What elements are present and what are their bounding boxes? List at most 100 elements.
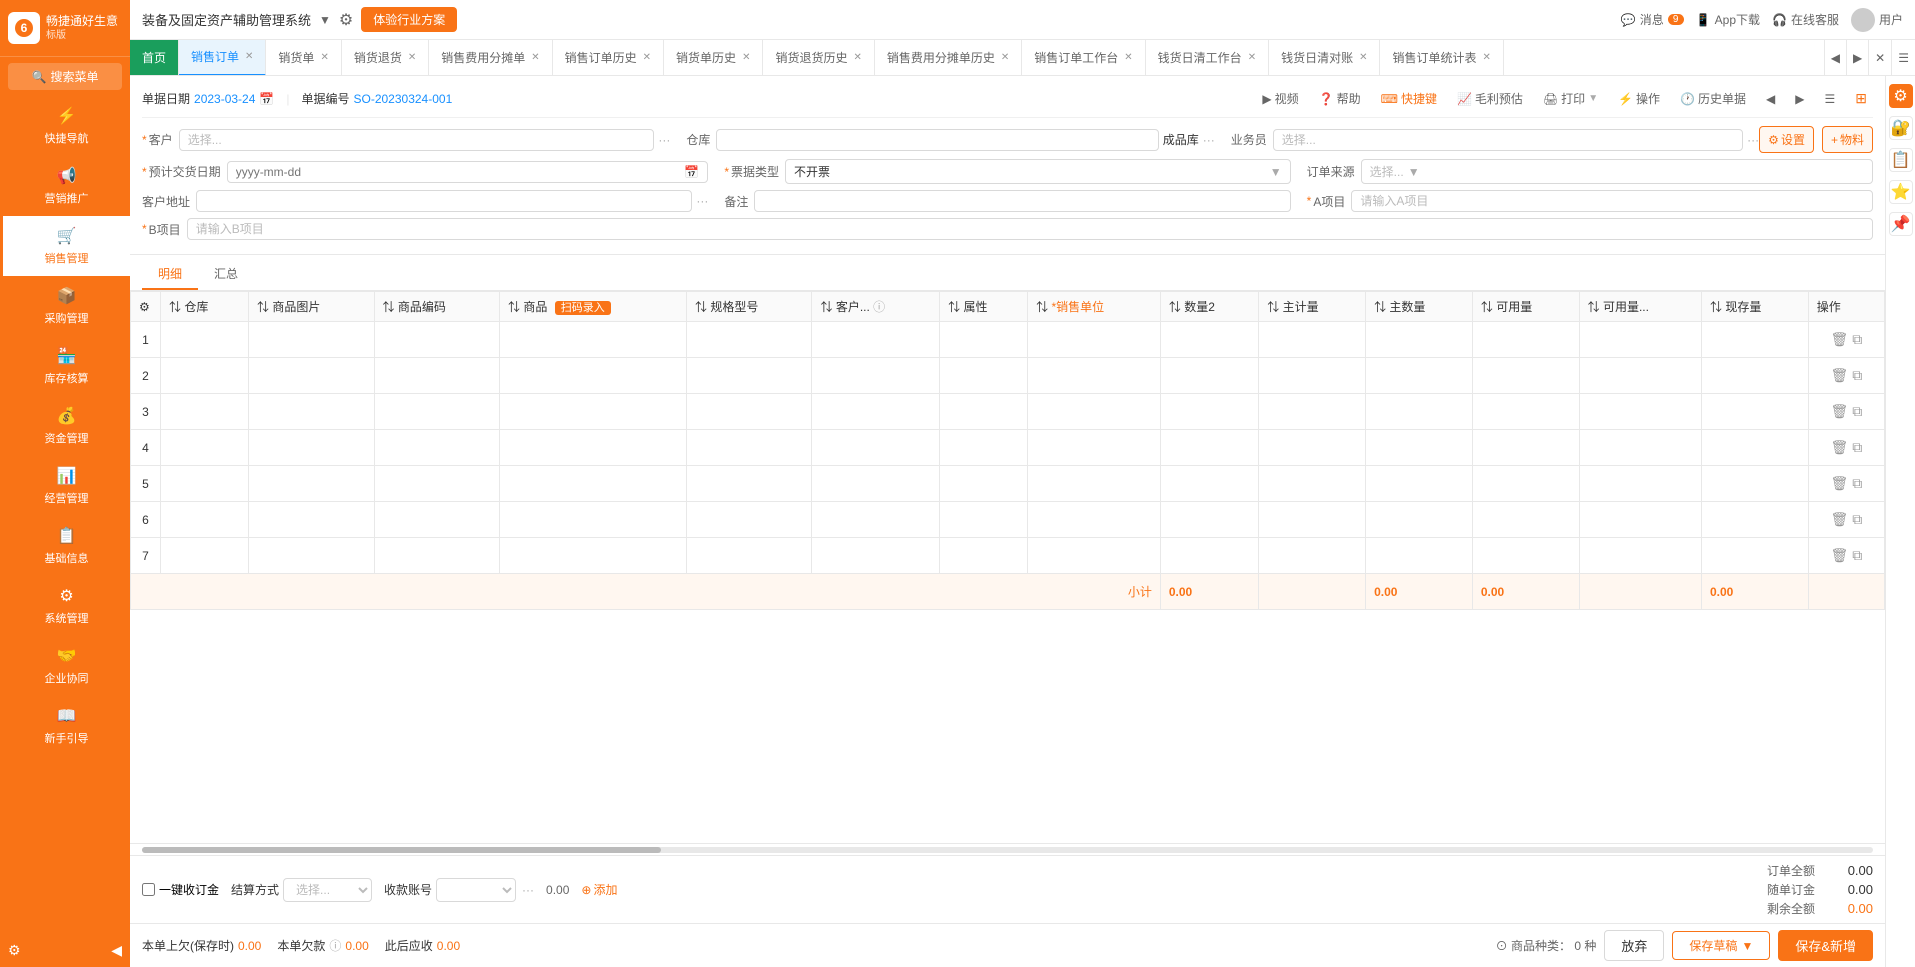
tab-arrow-right[interactable]: ▶ bbox=[1846, 40, 1868, 76]
tab-close-return-history[interactable]: ✕ bbox=[853, 52, 861, 63]
sidebar-item-finance[interactable]: 💰 资金管理 bbox=[0, 396, 130, 456]
tab-sales-workbench[interactable]: 销售订单工作台 ✕ bbox=[1022, 40, 1145, 76]
account-more-icon[interactable]: ··· bbox=[522, 883, 534, 897]
right-panel-icon-3[interactable]: 📋 bbox=[1889, 148, 1913, 172]
sidebar-item-system[interactable]: ⚙ 系统管理 bbox=[0, 576, 130, 636]
tab-sales-return[interactable]: 销货退货 ✕ bbox=[342, 40, 429, 76]
right-panel-icon-4[interactable]: ⭐ bbox=[1889, 180, 1913, 204]
sidebar-item-purchase[interactable]: 📦 采购管理 bbox=[0, 276, 130, 336]
right-panel-icon-1[interactable]: ⚙ bbox=[1889, 84, 1913, 108]
add-payment-button[interactable]: ⊕ 添加 bbox=[581, 881, 617, 898]
customer-more-button[interactable]: ··· bbox=[658, 133, 670, 147]
scrollbar-thumb[interactable] bbox=[142, 847, 661, 853]
row-1-code[interactable] bbox=[374, 322, 500, 358]
prev-page-button[interactable]: ◀ bbox=[1760, 90, 1781, 108]
save-draft-button[interactable]: 保存草稿 ▼ bbox=[1672, 931, 1770, 960]
detail-tab-summary[interactable]: 汇总 bbox=[198, 261, 254, 290]
col-available2-header[interactable]: ⇅ 可用量... bbox=[1579, 292, 1701, 322]
tab-close-sales-order[interactable]: ✕ bbox=[245, 51, 253, 62]
row-1-warehouse[interactable] bbox=[161, 322, 249, 358]
tab-close-invoice[interactable]: ✕ bbox=[320, 52, 328, 63]
tab-close-expense-history[interactable]: ✕ bbox=[1001, 52, 1009, 63]
tab-sales-invoice[interactable]: 销货单 ✕ bbox=[266, 40, 341, 76]
save-new-button[interactable]: 保存&新增 bbox=[1778, 930, 1873, 961]
col-spec-header[interactable]: ⇅ 规格型号 bbox=[686, 292, 812, 322]
row-1-copy-icon[interactable]: ⧉ bbox=[1852, 331, 1862, 348]
sidebar-settings-button[interactable]: ⚙ bbox=[8, 942, 21, 959]
row-1-stock[interactable] bbox=[1701, 322, 1808, 358]
right-panel-icon-5[interactable]: 📌 bbox=[1889, 212, 1913, 236]
address-more-button[interactable]: ··· bbox=[696, 194, 708, 208]
sidebar-item-guide[interactable]: 📖 新手引导 bbox=[0, 696, 130, 756]
row-1-main-unit[interactable] bbox=[1259, 322, 1366, 358]
view-video-button[interactable]: ▶ 视频 bbox=[1256, 88, 1304, 109]
tab-close-return[interactable]: ✕ bbox=[408, 52, 416, 63]
row-6-copy-icon[interactable]: ⧉ bbox=[1852, 511, 1862, 528]
invoice-type-select[interactable]: 不开票 ▼ bbox=[785, 159, 1291, 184]
history-doc-button[interactable]: 🕐 历史单据 bbox=[1674, 88, 1752, 109]
tab-return-history[interactable]: 销货退货历史 ✕ bbox=[763, 40, 874, 76]
col-available-header[interactable]: ⇅ 可用量 bbox=[1472, 292, 1579, 322]
account-select[interactable] bbox=[436, 878, 516, 902]
tab-invoice-history[interactable]: 销货单历史 ✕ bbox=[664, 40, 763, 76]
sidebar-search-area[interactable]: 🔍 搜索菜单 bbox=[0, 57, 130, 96]
tab-menu[interactable]: ☰ bbox=[1891, 40, 1915, 76]
col-qty2-header[interactable]: ⇅ 数量2 bbox=[1160, 292, 1258, 322]
shortcut-button[interactable]: ⌨ 快捷键 bbox=[1375, 88, 1443, 109]
print-button[interactable]: 🖨 打印 ▼ bbox=[1537, 88, 1604, 109]
quick-payment-checkbox[interactable] bbox=[142, 883, 155, 896]
col-unit-header[interactable]: ⇅ *销售单位 bbox=[1028, 292, 1161, 322]
row-4-copy-icon[interactable]: ⧉ bbox=[1852, 439, 1862, 456]
col-customer-header[interactable]: ⇅ 客户... ⓘ bbox=[812, 292, 940, 322]
sidebar-item-basic-info[interactable]: 📋 基础信息 bbox=[0, 516, 130, 576]
search-menu-button[interactable]: 🔍 搜索菜单 bbox=[8, 63, 122, 90]
sidebar-collapse-button[interactable]: ◀ bbox=[111, 942, 122, 959]
row-1-spec[interactable] bbox=[686, 322, 812, 358]
row-1-available[interactable] bbox=[1472, 322, 1579, 358]
tab-cash-reconcile[interactable]: 钱货日清对账 ✕ bbox=[1269, 40, 1380, 76]
warehouse-input[interactable] bbox=[716, 129, 1158, 151]
row-5-copy-icon[interactable]: ⧉ bbox=[1852, 475, 1862, 492]
sidebar-item-inventory[interactable]: 🏪 库存核算 bbox=[0, 336, 130, 396]
detail-tab-detail[interactable]: 明细 bbox=[142, 261, 198, 290]
sidebar-item-marketing[interactable]: 📢 营销推广 bbox=[0, 156, 130, 216]
order-source-select[interactable]: 选择... ▼ bbox=[1361, 159, 1873, 184]
horizontal-scrollbar[interactable] bbox=[130, 843, 1885, 855]
help-button[interactable]: ❓ 帮助 bbox=[1313, 88, 1367, 109]
tab-sales-order[interactable]: 销售订单 ✕ bbox=[179, 40, 266, 76]
tab-close-all[interactable]: ✕ bbox=[1868, 40, 1891, 76]
operate-button[interactable]: ⚡ 操作 bbox=[1612, 88, 1666, 109]
tab-close-sales-stats[interactable]: ✕ bbox=[1483, 52, 1491, 63]
tab-close-expense[interactable]: ✕ bbox=[531, 52, 539, 63]
col-warehouse-header[interactable]: ⇅ 仓库 bbox=[161, 292, 249, 322]
row-7-delete-icon[interactable]: 🗑 bbox=[1830, 547, 1848, 564]
row-4-delete-icon[interactable]: 🗑 bbox=[1830, 439, 1848, 456]
right-panel-icon-2[interactable]: 🔐 bbox=[1889, 116, 1913, 140]
tab-sales-stats[interactable]: 销售订单统计表 ✕ bbox=[1380, 40, 1503, 76]
sidebar-item-sales[interactable]: 🛒 销售管理 bbox=[0, 216, 130, 276]
tab-arrow-left[interactable]: ◀ bbox=[1824, 40, 1846, 76]
abandon-button[interactable]: 放弃 bbox=[1604, 930, 1664, 961]
warehouse-more-button[interactable]: ··· bbox=[1203, 133, 1215, 147]
sidebar-item-enterprise[interactable]: 🤝 企业协同 bbox=[0, 636, 130, 696]
row-1-attr[interactable] bbox=[940, 322, 1028, 358]
row-3-delete-icon[interactable]: 🗑 bbox=[1830, 403, 1848, 420]
tab-home[interactable]: 首页 bbox=[130, 40, 179, 76]
col-image-header[interactable]: ⇅ 商品图片 bbox=[249, 292, 375, 322]
list-view-button[interactable]: ☰ bbox=[1819, 90, 1842, 108]
row-1-available2[interactable] bbox=[1579, 322, 1701, 358]
tab-cash-daily[interactable]: 钱货日清工作台 ✕ bbox=[1146, 40, 1269, 76]
row-1-unit[interactable] bbox=[1028, 322, 1161, 358]
col-stock-header[interactable]: ⇅ 现存量 bbox=[1701, 292, 1808, 322]
tab-close-cash-reconcile[interactable]: ✕ bbox=[1359, 52, 1367, 63]
app-download-button[interactable]: 📱 App下载 bbox=[1696, 11, 1760, 28]
tab-close-cash-daily[interactable]: ✕ bbox=[1248, 52, 1256, 63]
col-product-header[interactable]: ⇅ 商品 扫码录入 bbox=[500, 292, 687, 322]
tab-sales-expense[interactable]: 销售费用分摊单 ✕ bbox=[429, 40, 552, 76]
col-main-qty-header[interactable]: ⇅ 主数量 bbox=[1366, 292, 1473, 322]
customer-address-input[interactable] bbox=[196, 190, 692, 212]
settings-action-button[interactable]: ⚙ 设置 bbox=[1759, 126, 1814, 153]
col-code-header[interactable]: ⇅ 商品编码 bbox=[374, 292, 500, 322]
row-1-qty2[interactable] bbox=[1160, 322, 1258, 358]
row-6-delete-icon[interactable]: 🗑 bbox=[1830, 511, 1848, 528]
